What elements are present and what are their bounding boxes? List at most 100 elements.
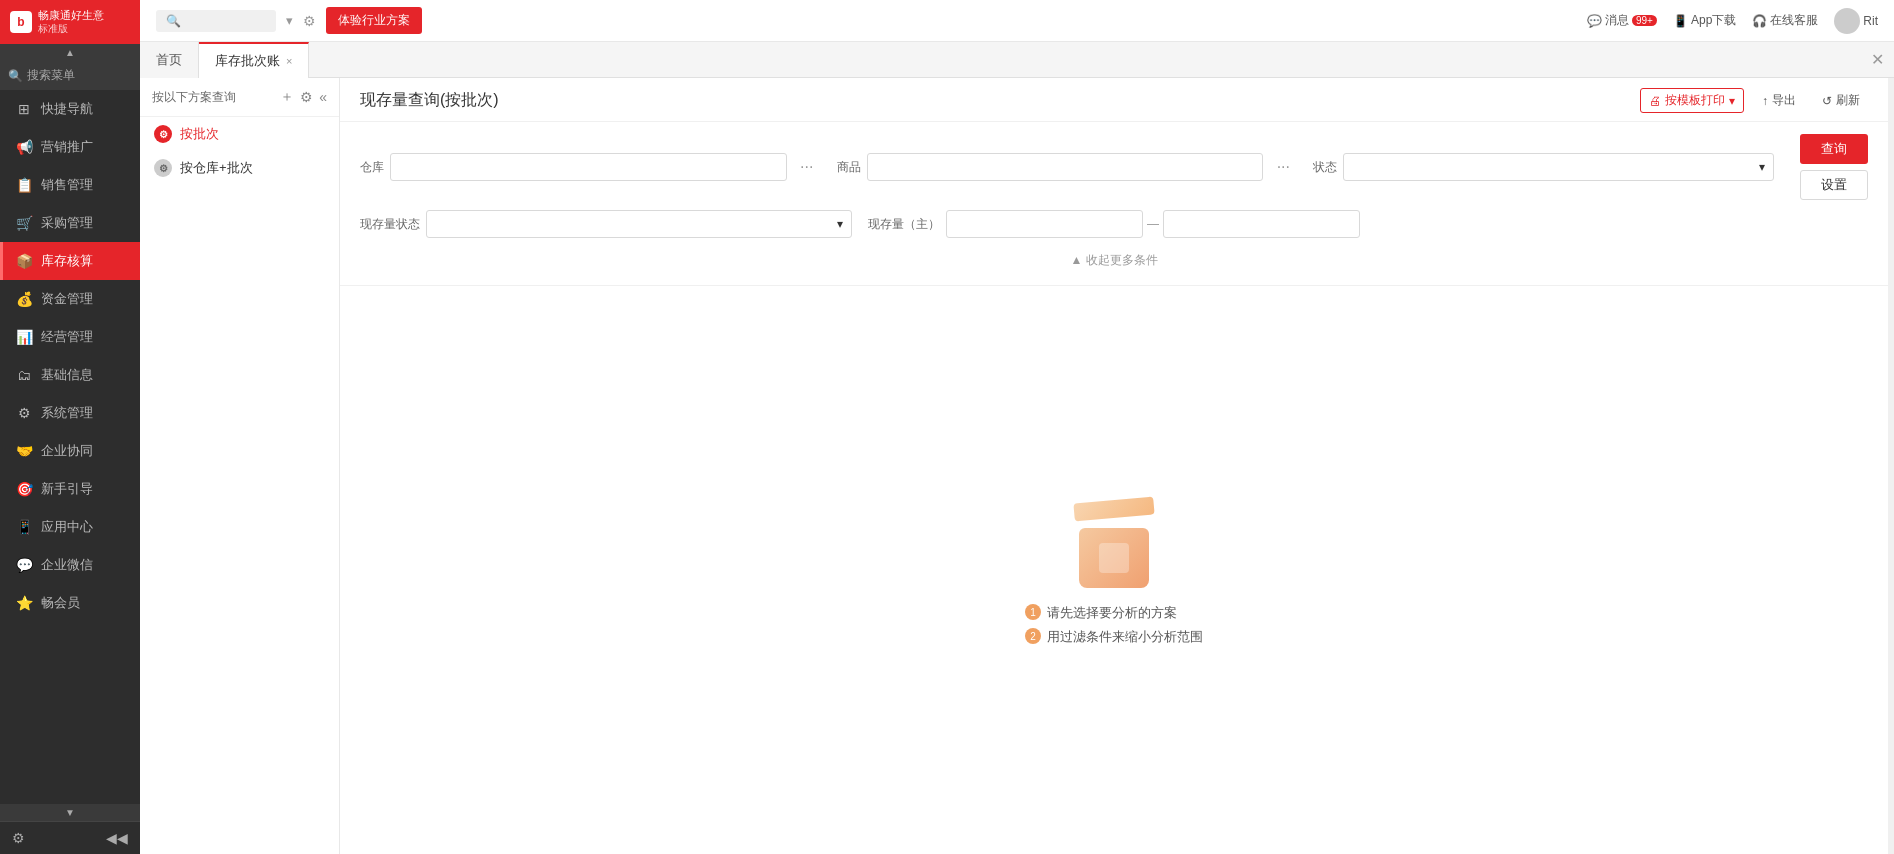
sidebar: b 畅康通好生意 标准版 ▲ 🔍 搜索菜单 ⊞ 快捷导航 📢 营销推广 📋 销售… bbox=[0, 0, 140, 854]
page-title: 现存量查询(按批次) bbox=[360, 90, 499, 111]
trial-button[interactable]: 体验行业方案 bbox=[326, 7, 422, 34]
stock-status-label: 现存量状态 bbox=[360, 216, 420, 233]
product-label: 商品 bbox=[837, 159, 861, 176]
app-name: 畅康通好生意 bbox=[38, 8, 104, 22]
empty-tip-1: 1 请先选择要分析的方案 bbox=[1025, 604, 1203, 622]
collapse-filters-button[interactable]: ▲ 收起更多条件 bbox=[360, 248, 1868, 273]
stock-quantity-range: — bbox=[946, 210, 1360, 238]
set-button[interactable]: 设置 bbox=[1800, 170, 1868, 200]
export-button[interactable]: ↑ 导出 bbox=[1754, 89, 1804, 112]
settings-button[interactable]: ⚙ bbox=[12, 830, 25, 846]
message-icon: 💬 bbox=[1587, 14, 1602, 28]
sidebar-item-finance[interactable]: 💰 资金管理 bbox=[0, 280, 140, 318]
solution-by-batch[interactable]: ⚙ 按批次 bbox=[140, 117, 339, 151]
solution-icon-inactive: ⚙ bbox=[154, 159, 172, 177]
status-select[interactable]: ▾ bbox=[1343, 153, 1774, 181]
sidebar-item-purchase[interactable]: 🛒 采购管理 bbox=[0, 204, 140, 242]
sidebar-item-enterprise[interactable]: 🤝 企业协同 bbox=[0, 432, 140, 470]
sidebar-item-base[interactable]: 🗂 基础信息 bbox=[0, 356, 140, 394]
nav-icon-quick: ⊞ bbox=[15, 101, 33, 117]
product-input[interactable] bbox=[867, 153, 1264, 181]
print-button[interactable]: 🖨 按模板打印 ▾ bbox=[1640, 88, 1744, 113]
stock-quantity-label: 现存量（主） bbox=[868, 216, 940, 233]
sidebar-item-marketing[interactable]: 📢 营销推广 bbox=[0, 128, 140, 166]
search-icon: 🔍 bbox=[166, 14, 181, 28]
sidebar-item-sales[interactable]: 📋 销售管理 bbox=[0, 166, 140, 204]
add-solution-button[interactable]: ＋ bbox=[280, 88, 294, 106]
user-name: Rit bbox=[1863, 14, 1878, 28]
collapse-sidebar-button[interactable]: ◀◀ bbox=[106, 830, 128, 846]
left-panel-header: 按以下方案查询 ＋ ⚙ « bbox=[140, 78, 339, 117]
collapse-panel-button[interactable]: « bbox=[319, 89, 327, 105]
sidebar-item-app-center[interactable]: 📱 应用中心 bbox=[0, 508, 140, 546]
product-dots-button[interactable]: ··· bbox=[1269, 153, 1297, 181]
online-service-button[interactable]: 🎧 在线客服 bbox=[1752, 12, 1818, 29]
chevron-down-icon: ▾ bbox=[837, 217, 843, 231]
nav-icon-system: ⚙ bbox=[15, 405, 33, 421]
tab-bar: 首页 库存批次账 × ✕ bbox=[140, 42, 1894, 78]
nav-icon-marketing: 📢 bbox=[15, 139, 33, 155]
product-field: 商品 ··· bbox=[837, 153, 1298, 181]
headset-icon: 🎧 bbox=[1752, 14, 1767, 28]
close-panel-button[interactable]: ✕ bbox=[1871, 51, 1884, 68]
sidebar-footer: ⚙ ◀◀ bbox=[0, 821, 140, 854]
topbar: 🔍 ▾ ⚙ 体验行业方案 💬 消息 99+ 📱 App下载 🎧 在线客服 Ri bbox=[140, 0, 1894, 42]
export-icon: ↑ bbox=[1762, 94, 1768, 108]
query-button[interactable]: 查询 bbox=[1800, 134, 1868, 164]
nav-icon-guide: 🎯 bbox=[15, 481, 33, 497]
tab-home[interactable]: 首页 bbox=[140, 42, 199, 78]
box-face bbox=[1099, 543, 1129, 573]
nav-icon-wechat: 💬 bbox=[15, 557, 33, 573]
sidebar-search[interactable]: 🔍 搜索菜单 bbox=[0, 61, 140, 90]
refresh-button[interactable]: ↺ 刷新 bbox=[1814, 89, 1868, 112]
sidebar-item-member[interactable]: ⭐ 畅会员 bbox=[0, 584, 140, 622]
status-label: 状态 bbox=[1313, 159, 1337, 176]
sidebar-item-quick-nav[interactable]: ⊞ 快捷导航 bbox=[0, 90, 140, 128]
user-avatar bbox=[1834, 8, 1860, 34]
user-profile[interactable]: Rit bbox=[1834, 8, 1878, 34]
nav-icon-sales: 📋 bbox=[15, 177, 33, 193]
sidebar-item-wechat[interactable]: 💬 企业微信 bbox=[0, 546, 140, 584]
page-content: 按以下方案查询 ＋ ⚙ « ⚙ 按批次 ⚙ 按仓库+批次 现存量查询(按批次) bbox=[140, 78, 1894, 854]
empty-tips: 1 请先选择要分析的方案 2 用过滤条件来缩小分析范围 bbox=[1025, 604, 1203, 652]
empty-state: 1 请先选择要分析的方案 2 用过滤条件来缩小分析范围 bbox=[340, 286, 1888, 854]
filter-area: 仓库 ··· 商品 ··· 状态 ▾ bbox=[340, 122, 1888, 286]
nav-icon-operation: 📊 bbox=[15, 329, 33, 345]
main-content: 🔍 ▾ ⚙ 体验行业方案 💬 消息 99+ 📱 App下载 🎧 在线客服 Ri bbox=[140, 0, 1894, 854]
solution-by-warehouse-batch[interactable]: ⚙ 按仓库+批次 bbox=[140, 151, 339, 185]
refresh-icon: ↺ bbox=[1822, 94, 1832, 108]
sidebar-item-operation[interactable]: 📊 经营管理 bbox=[0, 318, 140, 356]
message-badge: 99+ bbox=[1632, 15, 1657, 26]
sidebar-nav: ⊞ 快捷导航 📢 营销推广 📋 销售管理 🛒 采购管理 📦 库存核算 💰 资金管… bbox=[0, 90, 140, 804]
right-panel: 现存量查询(按批次) 🖨 按模板打印 ▾ ↑ 导出 ↺ 刷新 bbox=[340, 78, 1888, 854]
empty-tip-2: 2 用过滤条件来缩小分析范围 bbox=[1025, 628, 1203, 646]
nav-icon-finance: 💰 bbox=[15, 291, 33, 307]
stock-status-select[interactable]: ▾ bbox=[426, 210, 852, 238]
app-download-button[interactable]: 📱 App下载 bbox=[1673, 12, 1736, 29]
filter-row-1: 仓库 ··· 商品 ··· 状态 ▾ bbox=[360, 134, 1868, 200]
warehouse-dots-button[interactable]: ··· bbox=[793, 153, 821, 181]
sidebar-scroll-down[interactable]: ▼ bbox=[0, 804, 140, 821]
warehouse-label: 仓库 bbox=[360, 159, 384, 176]
stock-quantity-from[interactable] bbox=[946, 210, 1143, 238]
sidebar-item-inventory[interactable]: 📦 库存核算 bbox=[0, 242, 140, 280]
warehouse-field: 仓库 ··· bbox=[360, 153, 821, 181]
sidebar-item-system[interactable]: ⚙ 系统管理 bbox=[0, 394, 140, 432]
chevron-up-icon: ▲ bbox=[1070, 253, 1082, 267]
message-button[interactable]: 💬 消息 99+ bbox=[1587, 12, 1657, 29]
app-edition: 标准版 bbox=[38, 22, 104, 36]
nav-icon-member: ⭐ bbox=[15, 595, 33, 611]
stock-quantity-to[interactable] bbox=[1163, 210, 1360, 238]
app-download-icon: 📱 bbox=[1673, 14, 1688, 28]
sidebar-scroll-up[interactable]: ▲ bbox=[0, 44, 140, 61]
sidebar-item-guide[interactable]: 🎯 新手引导 bbox=[0, 470, 140, 508]
settings-icon[interactable]: ⚙ bbox=[303, 13, 316, 29]
right-scrollbar[interactable] bbox=[1888, 78, 1894, 854]
tab-close-button[interactable]: × bbox=[286, 55, 292, 67]
topbar-search-area[interactable]: 🔍 bbox=[156, 10, 276, 32]
tab-inventory-batch[interactable]: 库存批次账 × bbox=[199, 42, 309, 78]
sidebar-header: b 畅康通好生意 标准版 bbox=[0, 0, 140, 44]
warehouse-input[interactable] bbox=[390, 153, 787, 181]
chevron-down-icon[interactable]: ▾ bbox=[286, 13, 293, 28]
solution-settings-button[interactable]: ⚙ bbox=[300, 89, 313, 105]
